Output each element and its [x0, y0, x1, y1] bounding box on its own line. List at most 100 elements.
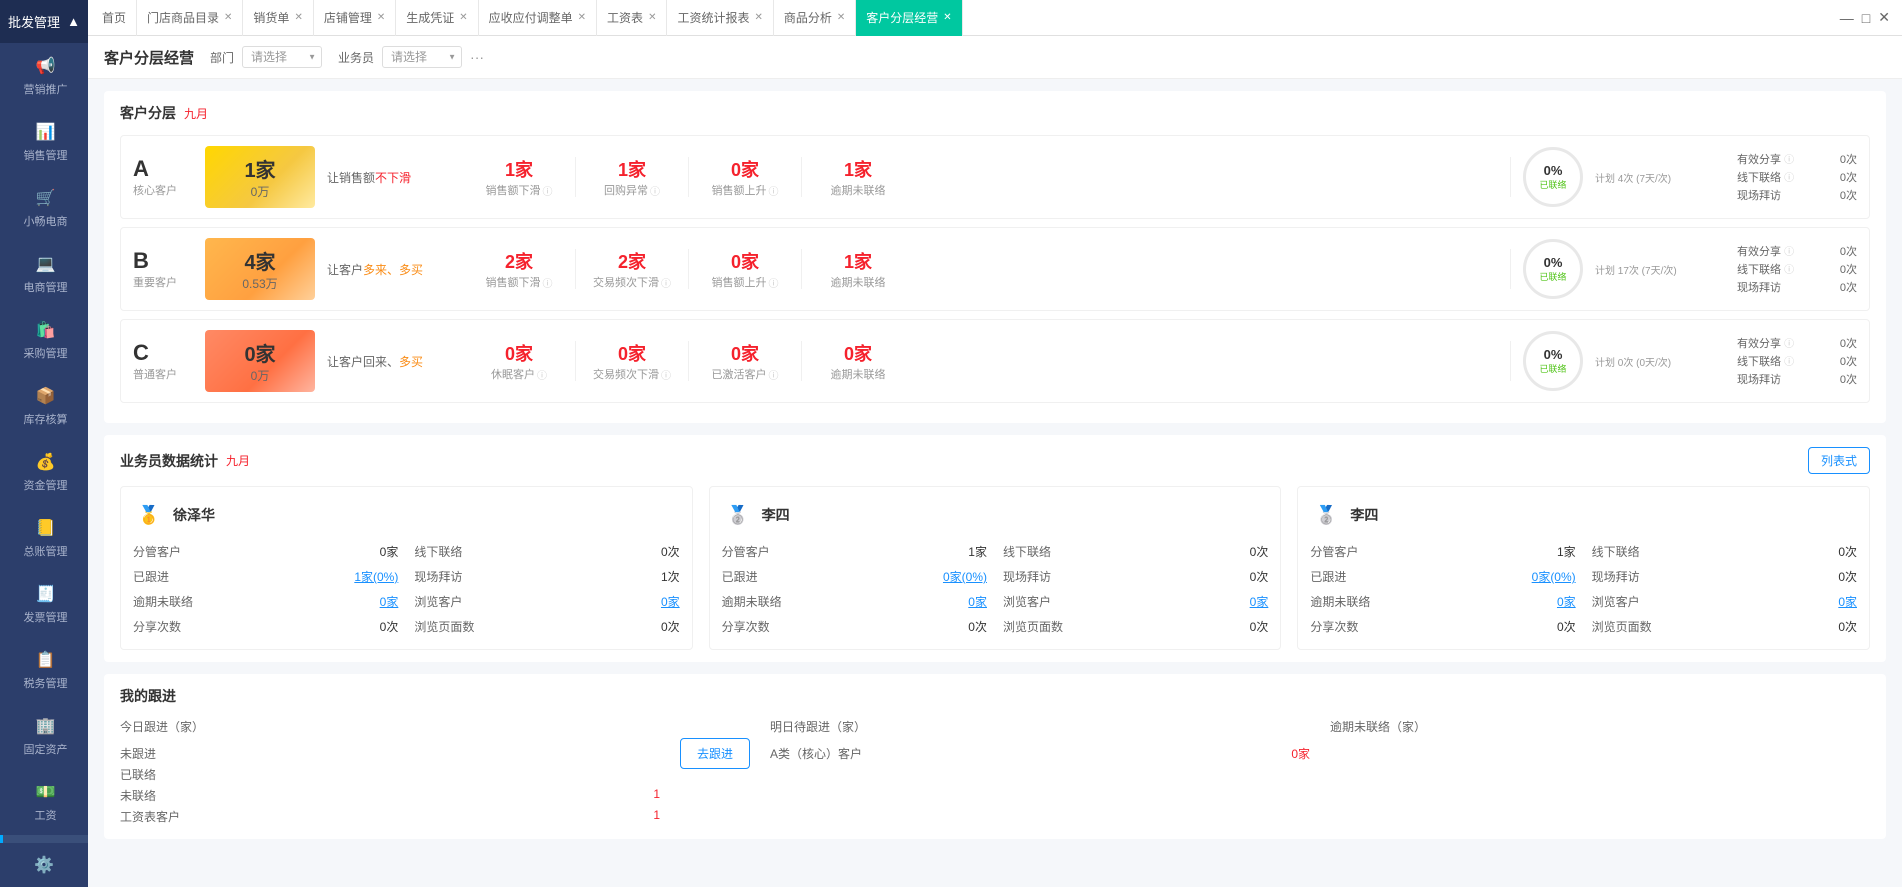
- follow-go-button[interactable]: 去跟进: [680, 738, 750, 769]
- sidebar-label-7: 总账管理: [24, 543, 68, 559]
- gear-button[interactable]: ⚙️: [0, 843, 88, 887]
- biz-month-badge: 九月: [226, 452, 250, 469]
- biz-stat-val-left-2[interactable]: 0家: [380, 593, 399, 610]
- sidebar-label-4: 采购管理: [24, 345, 68, 361]
- tab-close-9[interactable]: ✕: [943, 12, 951, 23]
- sidebar-item-电商管理[interactable]: 💻电商管理: [0, 241, 88, 307]
- sidebar-item-税务管理[interactable]: 📋税务管理: [0, 637, 88, 703]
- sidebar-item-总账管理[interactable]: 📒总账管理: [0, 505, 88, 571]
- dept-select[interactable]: 请选择: [242, 46, 322, 68]
- biz-stat-row-left-2: 逾期未联络 0家: [133, 591, 398, 612]
- window-maximize-icon[interactable]: □: [1862, 10, 1870, 26]
- sidebar-item-固定资产[interactable]: 🏢固定资产: [0, 703, 88, 769]
- info-icon[interactable]: ⓘ: [661, 367, 671, 382]
- tab-1[interactable]: 门店商品目录✕: [137, 0, 243, 36]
- list-view-button[interactable]: 列表式: [1808, 447, 1870, 474]
- tier-label-B: B 重要客户: [133, 248, 193, 290]
- biz-stat-val-left-3: 0次: [1557, 618, 1576, 635]
- stat-label-3: 逾期未联络: [831, 182, 886, 198]
- tier-action-A: 让销售额不下滑: [327, 169, 467, 186]
- biz-stat-val-right-3: 0次: [1250, 618, 1269, 635]
- tab-close-3[interactable]: ✕: [377, 12, 385, 23]
- tab-close-6[interactable]: ✕: [648, 12, 656, 23]
- stat-count-0: 2家: [505, 248, 533, 274]
- tab-label-5: 应收应付调整单: [489, 9, 573, 26]
- tab-9[interactable]: 客户分层经营✕: [856, 0, 962, 36]
- info-icon[interactable]: ⓘ: [543, 183, 553, 198]
- info-icon[interactable]: ⓘ: [1784, 155, 1794, 166]
- biz-stat-val-right-2[interactable]: 0家: [661, 593, 680, 610]
- tab-close-4[interactable]: ✕: [459, 12, 467, 23]
- info-icon[interactable]: ⓘ: [769, 183, 779, 198]
- window-close-icon[interactable]: ✕: [1878, 9, 1890, 26]
- stat-label-3: 逾期未联络: [831, 366, 886, 382]
- tab-3[interactable]: 店铺管理✕: [314, 0, 396, 36]
- tab-close-8[interactable]: ✕: [837, 12, 845, 23]
- info-icon[interactable]: ⓘ: [1784, 265, 1794, 276]
- follow-btn-col: 去跟进: [680, 718, 750, 769]
- stat-item-1: 0家 交易频次下滑ⓘ: [592, 340, 672, 382]
- biz-stat-val-right-2[interactable]: 0家: [1838, 593, 1857, 610]
- info-icon[interactable]: ⓘ: [1784, 247, 1794, 258]
- sidebar-header[interactable]: 批发管理 ▲: [0, 0, 88, 43]
- contact-percent-B: 0%: [1544, 255, 1563, 270]
- window-minimize-icon[interactable]: —: [1840, 10, 1854, 26]
- biz-stat-val-right-0: 0次: [1250, 543, 1269, 560]
- stat-label-2: 销售额上升ⓘ: [712, 274, 779, 290]
- info-icon[interactable]: ⓘ: [769, 275, 779, 290]
- tab-2[interactable]: 销货单✕: [243, 0, 313, 36]
- sidebar-item-工资[interactable]: 💵工资: [0, 769, 88, 835]
- contact-percent-A: 0%: [1544, 163, 1563, 178]
- stat-count-1: 2家: [618, 248, 646, 274]
- sidebar-label-3: 电商管理: [24, 279, 68, 295]
- info-icon[interactable]: ⓘ: [543, 275, 553, 290]
- biz-stat-val-left-2[interactable]: 0家: [1557, 593, 1576, 610]
- tier-count-box-B: 4家 0.53万: [205, 238, 315, 300]
- sidebar-item-资金管理[interactable]: 💰资金管理: [0, 439, 88, 505]
- tab-close-7[interactable]: ✕: [754, 12, 762, 23]
- info-icon[interactable]: ⓘ: [537, 367, 547, 382]
- info-icon[interactable]: ⓘ: [769, 367, 779, 382]
- biz-stat-val-left-1[interactable]: 0家(0%): [943, 568, 987, 585]
- info-icon[interactable]: ⓘ: [1784, 339, 1794, 350]
- info-icon[interactable]: ⓘ: [650, 183, 660, 198]
- stat-label-3: 逾期未联络: [831, 274, 886, 290]
- tab-6[interactable]: 工资表✕: [597, 0, 667, 36]
- today-val-2: 1: [653, 787, 660, 804]
- tab-8[interactable]: 商品分析✕: [774, 0, 856, 36]
- right-stat-line: 现场拜访 0次: [1737, 187, 1857, 203]
- stat-label-2: 已激活客户ⓘ: [712, 366, 779, 382]
- tier-row-B: B 重要客户 4家 0.53万 让客户多来、多买 2家 销售额下滑ⓘ 2家 交易…: [120, 227, 1870, 311]
- more-options-icon[interactable]: ···: [470, 49, 484, 65]
- sidebar-item-销售管理[interactable]: 📊销售管理: [0, 109, 88, 175]
- tab-close-1[interactable]: ✕: [224, 12, 232, 23]
- sidebar-item-经营管理[interactable]: 📈经营管理: [0, 835, 88, 843]
- tier-stats-B: 2家 销售额下滑ⓘ 2家 交易频次下滑ⓘ 0家 销售额上升ⓘ 1家 逾期未联络: [479, 248, 1498, 290]
- today-val-3: 1: [653, 808, 660, 825]
- tab-7[interactable]: 工资统计报表✕: [667, 0, 773, 36]
- sidebar-item-发票管理[interactable]: 🧾发票管理: [0, 571, 88, 637]
- sidebar-item-营销推广[interactable]: 📢营销推广: [0, 43, 88, 109]
- tab-close-5[interactable]: ✕: [578, 12, 586, 23]
- biz-stat-val-left-1[interactable]: 1家(0%): [354, 568, 398, 585]
- tab-4[interactable]: 生成凭证✕: [396, 0, 478, 36]
- tier-action-B: 让客户多来、多买: [327, 261, 467, 278]
- tab-5[interactable]: 应收应付调整单 ✕: [479, 0, 597, 36]
- biz-avatar-2: 🥈: [1310, 499, 1342, 531]
- sidebar-item-采购管理[interactable]: 🛍️采购管理: [0, 307, 88, 373]
- info-icon[interactable]: ⓘ: [1784, 173, 1794, 184]
- biz-stat-val-left-1[interactable]: 0家(0%): [1532, 568, 1576, 585]
- tab-0[interactable]: 首页: [92, 0, 137, 36]
- tab-close-2[interactable]: ✕: [294, 12, 302, 23]
- biz-stat-val-left-2[interactable]: 0家: [968, 593, 987, 610]
- info-icon[interactable]: ⓘ: [661, 275, 671, 290]
- staff-select[interactable]: 请选择: [382, 46, 462, 68]
- sidebar-icon-10: 🏢: [35, 715, 57, 737]
- info-icon[interactable]: ⓘ: [1784, 357, 1794, 368]
- biz-stat-val-left-0: 0家: [380, 543, 399, 560]
- sidebar-icon-1: 📊: [35, 121, 57, 143]
- sidebar-item-库存核算[interactable]: 📦库存核算: [0, 373, 88, 439]
- staff-label: 业务员: [338, 49, 374, 66]
- sidebar-item-小畅电商[interactable]: 🛒小畅电商: [0, 175, 88, 241]
- biz-stat-val-right-2[interactable]: 0家: [1250, 593, 1269, 610]
